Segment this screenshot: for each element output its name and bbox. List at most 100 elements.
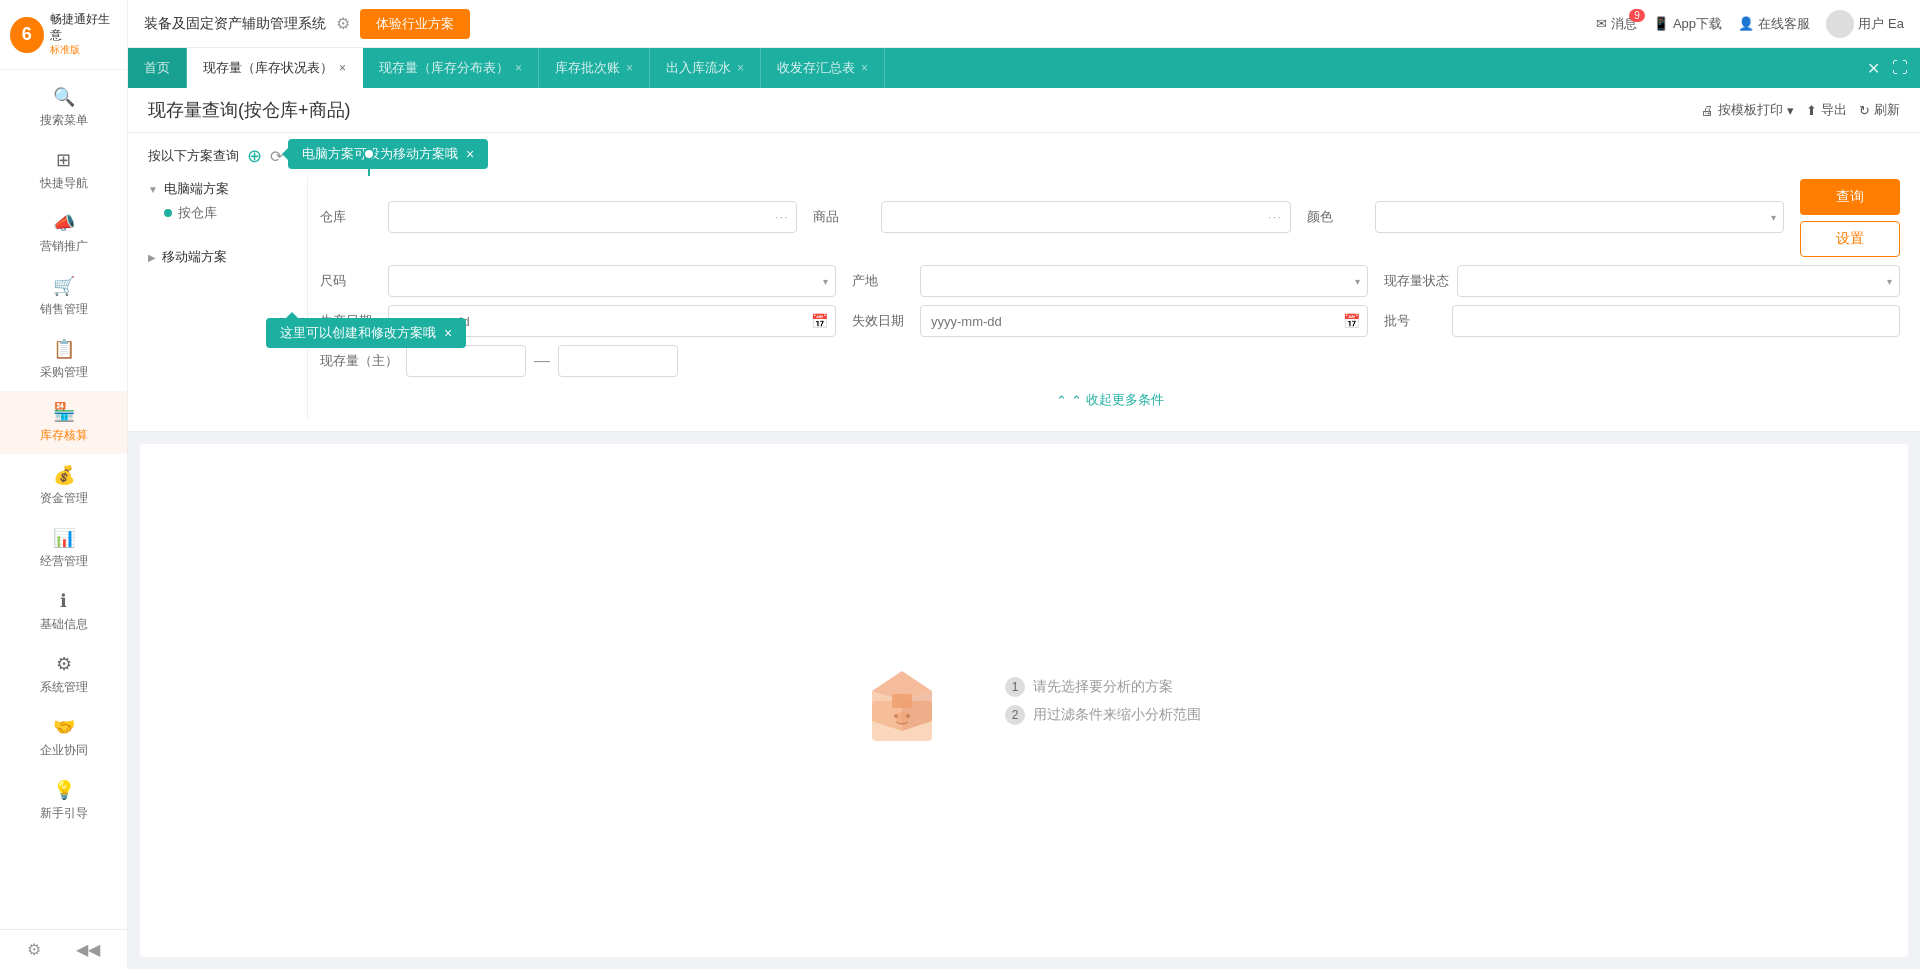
sidebar-item-search[interactable]: 🔍 搜索菜单: [0, 76, 127, 139]
exp-date-cal-icon[interactable]: 📅: [1343, 313, 1360, 329]
sidebar-item-collab[interactable]: 🤝 企业协同: [0, 706, 127, 769]
scheme-tooltip-text: 电脑方案可设为移动方案哦: [302, 145, 458, 163]
tab-summary[interactable]: 收发存汇总表 ×: [761, 48, 885, 88]
title-actions: 🖨 按模板打印 ▾ ⬆ 导出 ↻ 刷新: [1701, 101, 1900, 119]
tab-summary-close[interactable]: ×: [861, 61, 868, 75]
mfg-date-cal-icon[interactable]: 📅: [811, 313, 828, 329]
logo-badge: 标准版: [50, 43, 117, 57]
exp-date-filter: 失效日期 📅: [852, 305, 1368, 337]
tab-collapse-btn[interactable]: ✕: [1867, 59, 1880, 78]
sidebar-item-system[interactable]: ⚙ 系统管理: [0, 643, 127, 706]
scheme-tooltip-close[interactable]: ×: [466, 146, 474, 162]
tab-batch-label: 库存批次账: [555, 59, 620, 77]
gear-icon[interactable]: ⚙: [336, 14, 350, 33]
sidebar-item-label: 库存核算: [40, 427, 88, 444]
origin-select[interactable]: [920, 265, 1368, 297]
sidebar-item-label: 基础信息: [40, 616, 88, 633]
app-download-btn[interactable]: 📱 App下载: [1653, 15, 1722, 33]
logo-icon: 6: [10, 17, 44, 53]
reset-btn[interactable]: 设置: [1800, 221, 1900, 257]
filter-main: 仓库 ··· 商品: [320, 177, 1900, 419]
user-label: 用户: [1858, 15, 1884, 33]
grid-icon: ⊞: [56, 149, 71, 171]
sidebar-bottom: ⚙ ◀◀: [0, 929, 127, 969]
print-dropdown-icon: ▾: [1787, 103, 1794, 118]
scheme-tooltip: 电脑方案可设为移动方案哦 ×: [288, 139, 488, 169]
sidebar-item-marketing[interactable]: 📣 营销推广: [0, 202, 127, 265]
tab-bar: 首页 现存量（库存状况表） × 现存量（库存分布表） × 库存批次账 × 出入库…: [128, 48, 1920, 88]
settings-bottom-btn[interactable]: ⚙: [27, 940, 41, 959]
export-btn[interactable]: ⬆ 导出: [1806, 101, 1847, 119]
app-download-label: App下载: [1673, 15, 1722, 33]
sidebar-item-inventory[interactable]: 🏪 库存核算: [0, 391, 127, 454]
goods-select[interactable]: [881, 201, 1290, 233]
exp-date-input[interactable]: [920, 305, 1368, 337]
stock-status-select[interactable]: [1457, 265, 1900, 297]
edit-tooltip-close[interactable]: ×: [444, 325, 452, 341]
tab-batch[interactable]: 库存批次账 ×: [539, 48, 650, 88]
empty-step-2-text: 用过滤条件来缩小分析范围: [1033, 706, 1201, 724]
sidebar-item-management[interactable]: 📊 经营管理: [0, 517, 127, 580]
user-btn[interactable]: 用户 Ea: [1826, 10, 1904, 38]
scheme-pc-sub[interactable]: 按仓库: [148, 201, 295, 225]
online-service-label: 在线客服: [1758, 15, 1810, 33]
edit-tooltip-text: 这里可以创建和修改方案哦: [280, 324, 436, 342]
sidebar-item-basic[interactable]: ℹ 基础信息: [0, 580, 127, 643]
print-label: 按模板打印: [1718, 101, 1783, 119]
warehouse-select[interactable]: [388, 201, 797, 233]
scheme-panel: ▼ 电脑端方案 按仓库 ▶ 移动端方案: [148, 177, 308, 419]
export-label: 导出: [1821, 101, 1847, 119]
tab-home-label: 首页: [144, 59, 170, 77]
tab-batch-close[interactable]: ×: [626, 61, 633, 75]
mobile-toggle-icon: ▶: [148, 252, 156, 263]
industry-btn[interactable]: 体验行业方案: [360, 9, 470, 39]
sidebar-item-purchase[interactable]: 📋 采购管理: [0, 328, 127, 391]
stock-main-from[interactable]: [406, 345, 526, 377]
tab-summary-label: 收发存汇总表: [777, 59, 855, 77]
tab-inout-close[interactable]: ×: [737, 61, 744, 75]
empty-steps: 1 请先选择要分析的方案 2 用过滤条件来缩小分析范围: [1005, 677, 1201, 725]
notification-btn[interactable]: ✉ 消息 9: [1596, 15, 1637, 33]
sidebar-item-quicknav[interactable]: ⊞ 快捷导航: [0, 139, 127, 202]
goods-select-wrapper: ···: [881, 201, 1290, 233]
empty-step-1-text: 请先选择要分析的方案: [1033, 678, 1173, 696]
sidebar-item-label: 营销推广: [40, 238, 88, 255]
query-btn[interactable]: 查询: [1800, 179, 1900, 215]
size-select[interactable]: [388, 265, 836, 297]
scheme-mobile[interactable]: ▶ 移动端方案: [148, 245, 295, 269]
sidebar-item-finance[interactable]: 💰 资金管理: [0, 454, 127, 517]
scheme-mobile-label: 移动端方案: [162, 248, 227, 266]
tab-inventory-status-close[interactable]: ×: [339, 61, 346, 75]
print-btn[interactable]: 🖨 按模板打印 ▾: [1701, 101, 1794, 119]
scheme-pc[interactable]: ▼ 电脑端方案: [148, 177, 295, 201]
collapse-sidebar-btn[interactable]: ◀◀: [76, 940, 100, 959]
empty-state: 1 请先选择要分析的方案 2 用过滤条件来缩小分析范围: [140, 444, 1908, 957]
filter-add-btn[interactable]: ⊕: [247, 145, 262, 167]
tab-expand-btn[interactable]: ⛶: [1892, 59, 1908, 77]
tab-inventory-status[interactable]: 现存量（库存状况表） ×: [187, 48, 363, 88]
tab-inventory-status-label: 现存量（库存状况表）: [203, 59, 333, 77]
active-dot: [164, 209, 172, 217]
notification-badge: 9: [1629, 9, 1645, 22]
sidebar-item-label: 资金管理: [40, 490, 88, 507]
sidebar-item-guide[interactable]: 💡 新手引导: [0, 769, 127, 832]
batch-input[interactable]: [1452, 305, 1900, 337]
tab-inventory-dist-close[interactable]: ×: [515, 61, 522, 75]
tab-home[interactable]: 首页: [128, 48, 187, 88]
tab-inventory-dist[interactable]: 现存量（库存分布表） ×: [363, 48, 539, 88]
color-select[interactable]: [1375, 201, 1784, 233]
online-service-btn[interactable]: 👤 在线客服: [1738, 15, 1810, 33]
refresh-btn[interactable]: ↻ 刷新: [1859, 101, 1900, 119]
sidebar-item-label: 采购管理: [40, 364, 88, 381]
stock-main-to[interactable]: [558, 345, 678, 377]
sidebar-item-label: 企业协同: [40, 742, 88, 759]
filter-collapse-btn[interactable]: ⌃ ⌃ 收起更多条件: [320, 381, 1900, 419]
exp-date-label: 失效日期: [852, 312, 912, 330]
phone-icon: 📱: [1653, 16, 1669, 31]
header-left: 装备及固定资产辅助管理系统 ⚙ 体验行业方案: [144, 9, 470, 39]
sidebar-nav: 🔍 搜索菜单 ⊞ 快捷导航 📣 营销推广 🛒 销售管理 📋 采购管理 🏪 库存核…: [0, 70, 127, 929]
sidebar-item-sales[interactable]: 🛒 销售管理: [0, 265, 127, 328]
edit-tooltip: 这里可以创建和修改方案哦 ×: [266, 318, 466, 348]
tab-inout[interactable]: 出入库流水 ×: [650, 48, 761, 88]
guide-icon: 💡: [53, 779, 75, 801]
